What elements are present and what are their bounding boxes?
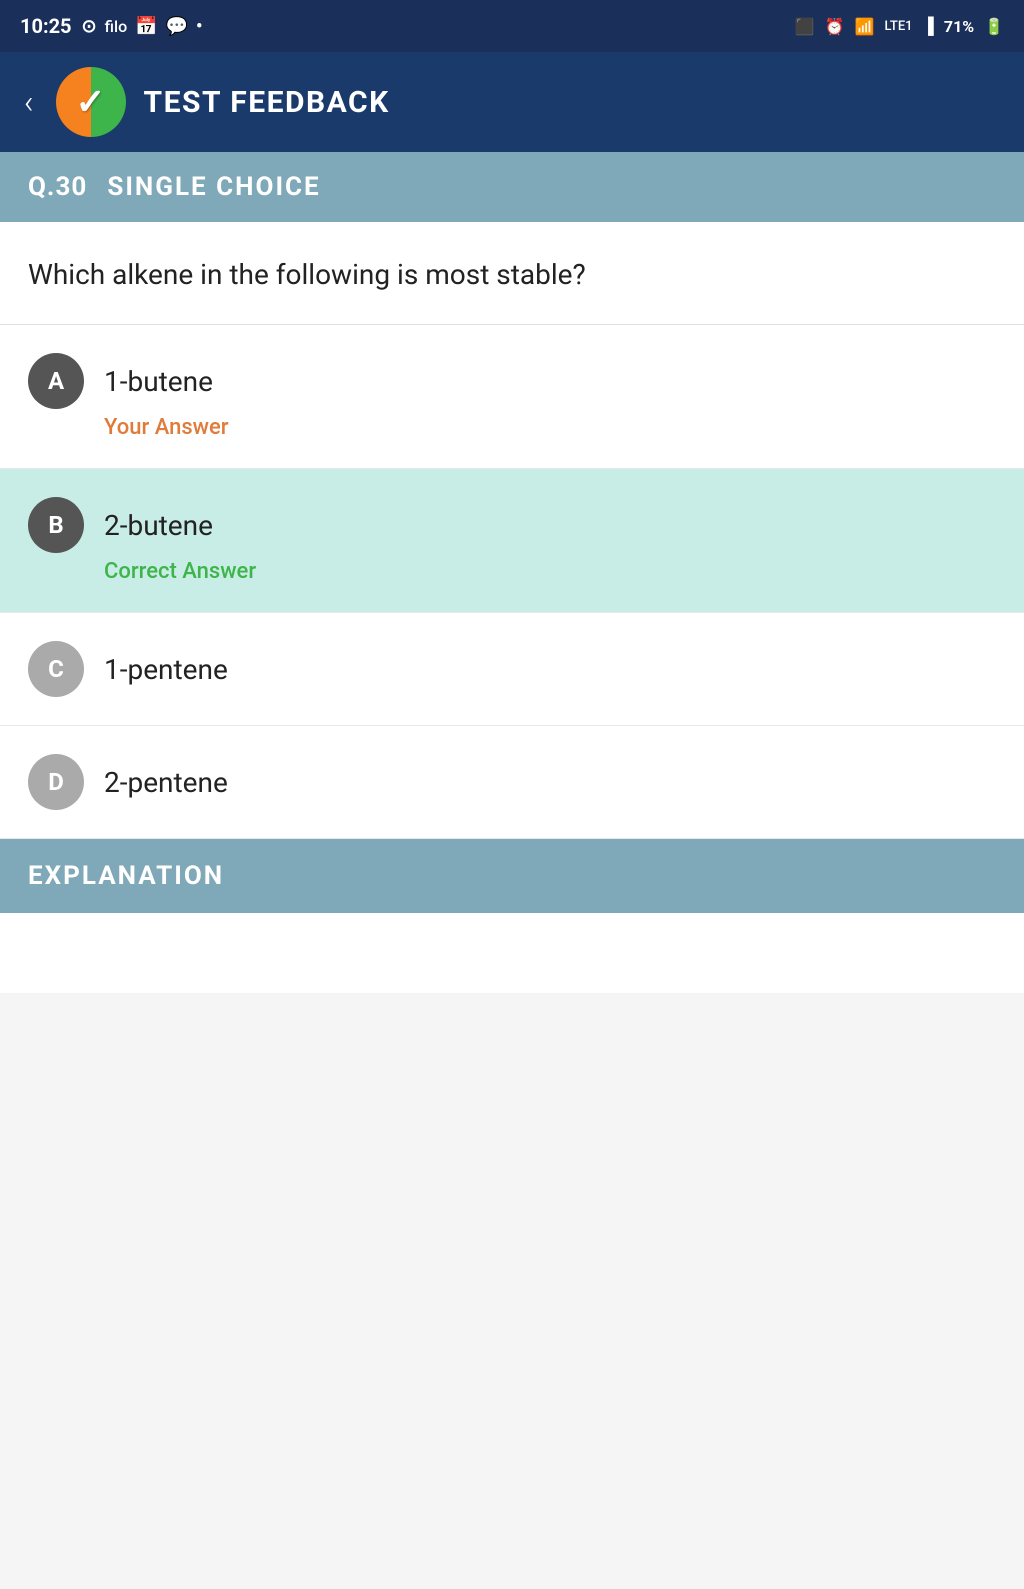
question-body: Which alkene in the following is most st… bbox=[0, 222, 1024, 325]
chat-icon: 💬 bbox=[166, 16, 188, 37]
option-d-text: 2-pentene bbox=[104, 766, 228, 799]
option-d[interactable]: D 2-pentene bbox=[0, 726, 1024, 839]
option-a-row: A 1-butene bbox=[28, 353, 996, 409]
option-d-circle: D bbox=[28, 754, 84, 810]
status-time-area: 10:25 ⊙ filo 📅 💬 • bbox=[20, 14, 202, 38]
option-d-letter: D bbox=[48, 768, 64, 796]
question-header: Q.30 SINGLE CHOICE bbox=[0, 152, 1024, 222]
option-a-text: 1-butene bbox=[104, 365, 213, 398]
status-icons: ⊙ filo 📅 💬 • bbox=[82, 16, 203, 37]
wifi-icon: 📶 bbox=[855, 17, 875, 36]
option-a-circle: A bbox=[28, 353, 84, 409]
content-spacer bbox=[0, 913, 1024, 993]
option-c-text: 1-pentene bbox=[104, 653, 228, 686]
status-bar: 10:25 ⊙ filo 📅 💬 • ⬛ ⏰ 📶 LTE1 ▐ 71% 🔋 bbox=[0, 0, 1024, 52]
logo-checkmark: ✓ bbox=[75, 81, 105, 123]
your-answer-label: Your Answer bbox=[104, 415, 996, 440]
whatsapp-icon: ⊙ bbox=[82, 16, 97, 37]
option-b-text: 2-butene bbox=[104, 509, 213, 542]
question-number: Q.30 bbox=[28, 172, 87, 202]
explanation-title: EXPLANATION bbox=[28, 861, 224, 891]
app-header: ‹ ✓ TEST FEEDBACK bbox=[0, 52, 1024, 152]
page-title: TEST FEEDBACK bbox=[144, 85, 390, 120]
alarm-icon: ⏰ bbox=[825, 17, 845, 36]
app-logo: ✓ bbox=[56, 67, 126, 137]
option-a[interactable]: A 1-butene Your Answer bbox=[0, 325, 1024, 469]
option-b-circle: B bbox=[28, 497, 84, 553]
correct-answer-label: Correct Answer bbox=[104, 559, 996, 584]
option-c[interactable]: C 1-pentene bbox=[0, 613, 1024, 726]
option-b-letter: B bbox=[48, 511, 63, 539]
option-d-row: D 2-pentene bbox=[28, 754, 996, 810]
time-display: 10:25 bbox=[20, 14, 72, 38]
question-text: Which alkene in the following is most st… bbox=[28, 254, 996, 296]
explanation-section: EXPLANATION bbox=[0, 839, 1024, 913]
app-name: filo bbox=[105, 17, 128, 36]
back-button[interactable]: ‹ bbox=[24, 83, 34, 121]
calendar-icon: 📅 bbox=[135, 16, 157, 37]
signal-bars-icon: ▐ bbox=[923, 16, 934, 36]
cast-icon: ⬛ bbox=[795, 17, 815, 36]
battery-percent: 71% bbox=[944, 17, 974, 36]
option-c-row: C 1-pentene bbox=[28, 641, 996, 697]
question-type: SINGLE CHOICE bbox=[107, 172, 320, 202]
option-c-letter: C bbox=[48, 655, 64, 683]
options-list: A 1-butene Your Answer B 2-butene Correc… bbox=[0, 325, 1024, 839]
option-b[interactable]: B 2-butene Correct Answer bbox=[0, 469, 1024, 613]
dot-indicator: • bbox=[196, 16, 202, 37]
battery-icon: 🔋 bbox=[984, 17, 1004, 36]
option-c-circle: C bbox=[28, 641, 84, 697]
option-b-row: B 2-butene bbox=[28, 497, 996, 553]
option-a-letter: A bbox=[48, 367, 64, 395]
status-right-icons: ⬛ ⏰ 📶 LTE1 ▐ 71% 🔋 bbox=[795, 16, 1004, 36]
signal-text: LTE1 bbox=[884, 19, 912, 34]
